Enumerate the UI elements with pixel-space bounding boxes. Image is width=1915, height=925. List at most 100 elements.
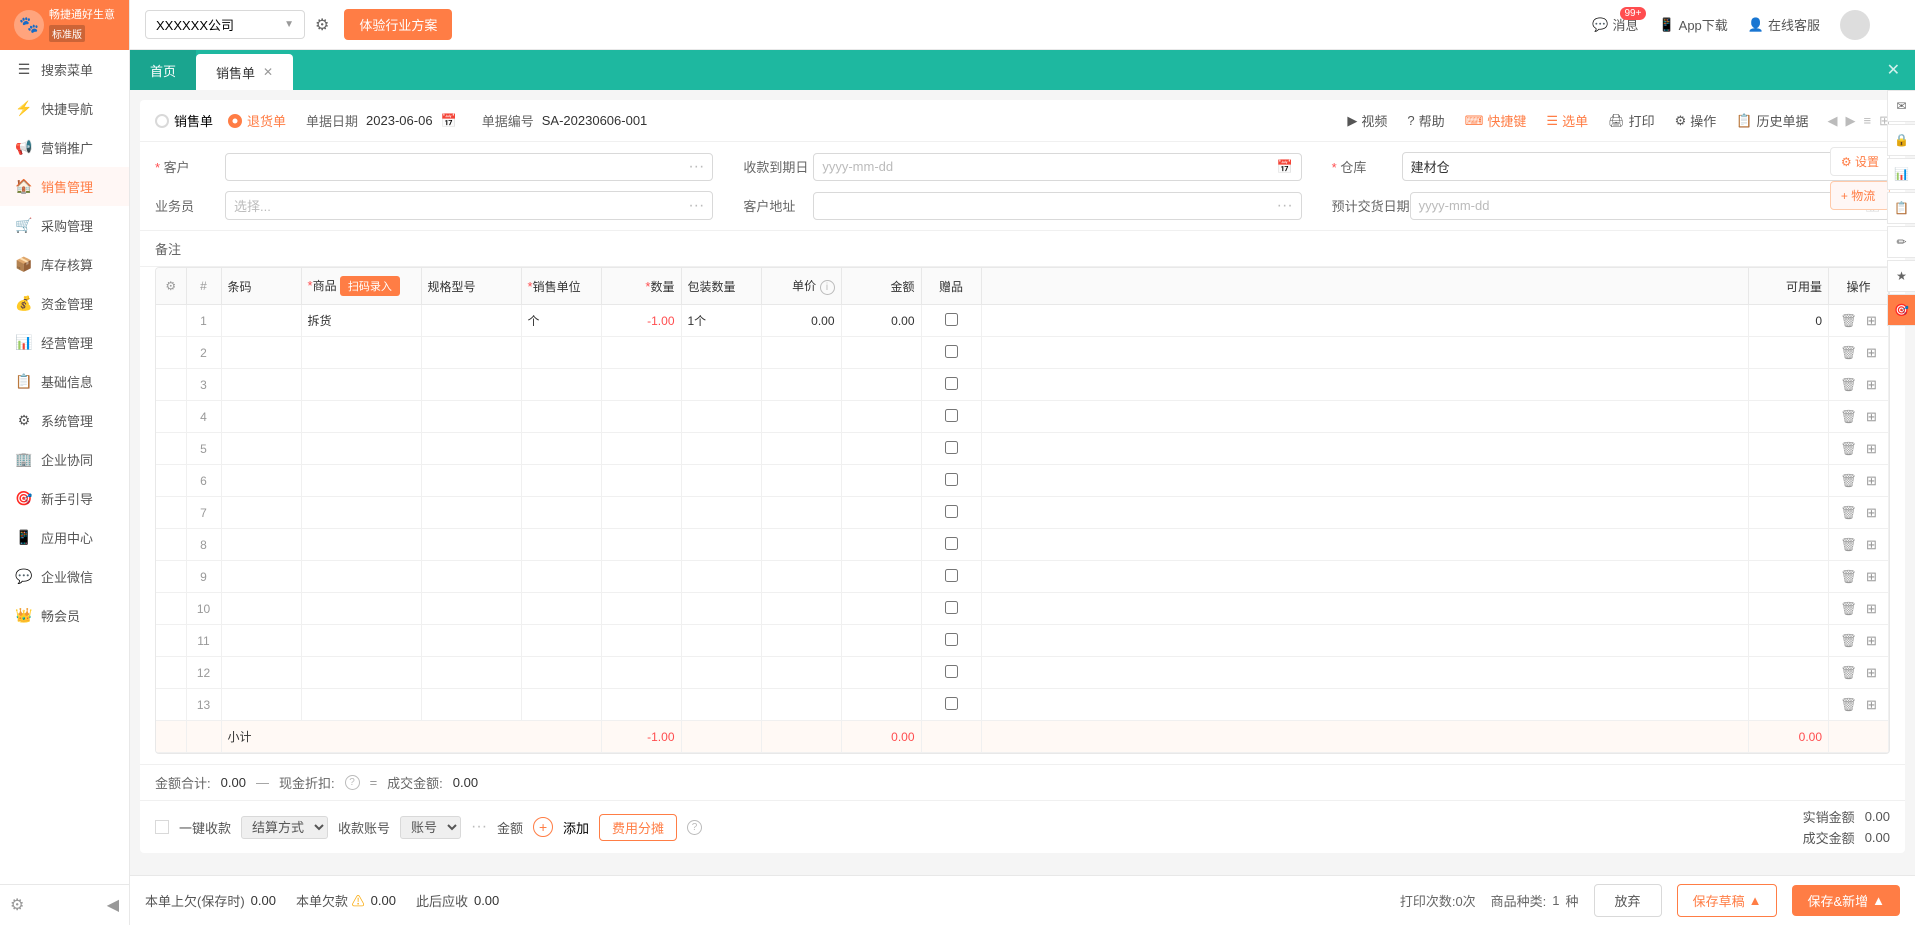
row-memo-3[interactable] [981,369,1749,401]
gift-checkbox-8[interactable] [945,537,958,550]
row-unit-3[interactable] [521,369,601,401]
expense-button[interactable]: 费用分摊 [599,814,677,841]
rp-btn-6[interactable]: ★ [1887,260,1915,292]
row-unit-9[interactable] [521,561,601,593]
row-spec-11[interactable] [421,625,521,657]
tab-close-window-icon[interactable]: ✕ [1887,60,1900,80]
row-unit-12[interactable] [521,657,601,689]
row-copy-2[interactable]: ⊞ [1866,345,1877,360]
rp-btn-7[interactable]: 🎯 [1887,294,1915,326]
row-copy-12[interactable]: ⊞ [1866,665,1877,680]
row-price-6[interactable] [761,465,841,497]
sidebar-item-finance[interactable]: 💰 资金管理 [0,284,129,323]
row-gift-5[interactable] [921,433,981,465]
tab-home[interactable]: 首页 [130,50,196,90]
row-barcode-4[interactable] [221,401,301,433]
tab-close-icon[interactable]: ✕ [263,65,273,79]
rp-btn-4[interactable]: 📋 [1887,192,1915,224]
nav-right-icon[interactable]: ▶ [1846,113,1856,129]
row-barcode-5[interactable] [221,433,301,465]
row-product-6[interactable] [301,465,421,497]
row-barcode-6[interactable] [221,465,301,497]
sidebar-item-sales[interactable]: 🏠 销售管理 [0,167,129,206]
row-delete-1[interactable]: 🗑 [1840,313,1857,328]
row-barcode-10[interactable] [221,593,301,625]
customer-addr-input[interactable]: ··· [813,192,1301,220]
row-memo-9[interactable] [981,561,1749,593]
row-price-9[interactable] [761,561,841,593]
row-delete-4[interactable]: 🗑 [1840,409,1857,424]
row-amount-8[interactable] [841,529,921,561]
row-memo-1[interactable] [981,305,1749,337]
row-delete-5[interactable]: 🗑 [1840,441,1857,456]
gift-checkbox-9[interactable] [945,569,958,582]
gift-checkbox-13[interactable] [945,697,958,710]
row-delete-6[interactable]: 🗑 [1840,473,1857,488]
row-barcode-12[interactable] [221,657,301,689]
row-gift-9[interactable] [921,561,981,593]
row-product-10[interactable] [301,593,421,625]
customer-input[interactable]: ··· [225,153,713,181]
row-price-8[interactable] [761,529,841,561]
row-gift-8[interactable] [921,529,981,561]
sidebar-collapse-icon[interactable]: ◀ [107,895,119,915]
account-select[interactable]: 账号 [400,816,461,839]
row-price-1[interactable]: 0.00 [761,305,841,337]
row-spec-8[interactable] [421,529,521,561]
row-price-10[interactable] [761,593,841,625]
row-barcode-11[interactable] [221,625,301,657]
sidebar-item-enterprise[interactable]: 🏢 企业协同 [0,440,129,479]
row-amount-10[interactable] [841,593,921,625]
row-qty-6[interactable] [601,465,681,497]
gift-checkbox-3[interactable] [945,377,958,390]
row-price-2[interactable] [761,337,841,369]
company-selector[interactable]: XXXXXX公司 ▼ [145,10,305,39]
message-area[interactable]: 💬 消息 99+ [1592,15,1638,34]
due-date-calendar-icon[interactable]: 📅 [1276,159,1292,175]
row-spec-5[interactable] [421,433,521,465]
gift-checkbox-4[interactable] [945,409,958,422]
row-product-13[interactable] [301,689,421,721]
row-delete-9[interactable]: 🗑 [1840,569,1857,584]
row-amount-11[interactable] [841,625,921,657]
gift-checkbox-2[interactable] [945,345,958,358]
logistics-button[interactable]: + 物流 [1830,181,1890,210]
row-amount-12[interactable] [841,657,921,689]
rp-btn-2[interactable]: 🔒 [1887,124,1915,156]
shortcut-button[interactable]: ⌨ 快捷键 [1459,108,1533,133]
select-order-button[interactable]: ☰ 选单 [1540,108,1594,133]
row-gift-7[interactable] [921,497,981,529]
row-memo-13[interactable] [981,689,1749,721]
row-spec-1[interactable] [421,305,521,337]
row-copy-7[interactable]: ⊞ [1866,505,1877,520]
row-unit-10[interactable] [521,593,601,625]
row-unit-7[interactable] [521,497,601,529]
sidebar-item-operations[interactable]: 📊 经营管理 [0,323,129,362]
row-product-3[interactable] [301,369,421,401]
row-memo-8[interactable] [981,529,1749,561]
row-unit-6[interactable] [521,465,601,497]
sidebar-item-marketing[interactable]: 📢 营销推广 [0,128,129,167]
radio-sales[interactable]: 销售单 [155,111,213,130]
row-barcode-7[interactable] [221,497,301,529]
row-amount-7[interactable] [841,497,921,529]
row-gift-3[interactable] [921,369,981,401]
row-qty-1[interactable]: -1.00 [601,305,681,337]
row-barcode-1[interactable] [221,305,301,337]
row-spec-13[interactable] [421,689,521,721]
sidebar-item-appstore[interactable]: 📱 应用中心 [0,518,129,557]
row-unit-8[interactable] [521,529,601,561]
row-qty-5[interactable] [601,433,681,465]
row-gift-2[interactable] [921,337,981,369]
row-product-8[interactable] [301,529,421,561]
row-memo-5[interactable] [981,433,1749,465]
row-pkgqty-7[interactable] [681,497,761,529]
row-spec-4[interactable] [421,401,521,433]
row-memo-7[interactable] [981,497,1749,529]
row-unit-4[interactable] [521,401,601,433]
row-gift-4[interactable] [921,401,981,433]
row-amount-1[interactable]: 0.00 [841,305,921,337]
row-amount-2[interactable] [841,337,921,369]
sidebar-item-quick-nav[interactable]: ⚡ 快捷导航 [0,89,129,128]
row-spec-6[interactable] [421,465,521,497]
